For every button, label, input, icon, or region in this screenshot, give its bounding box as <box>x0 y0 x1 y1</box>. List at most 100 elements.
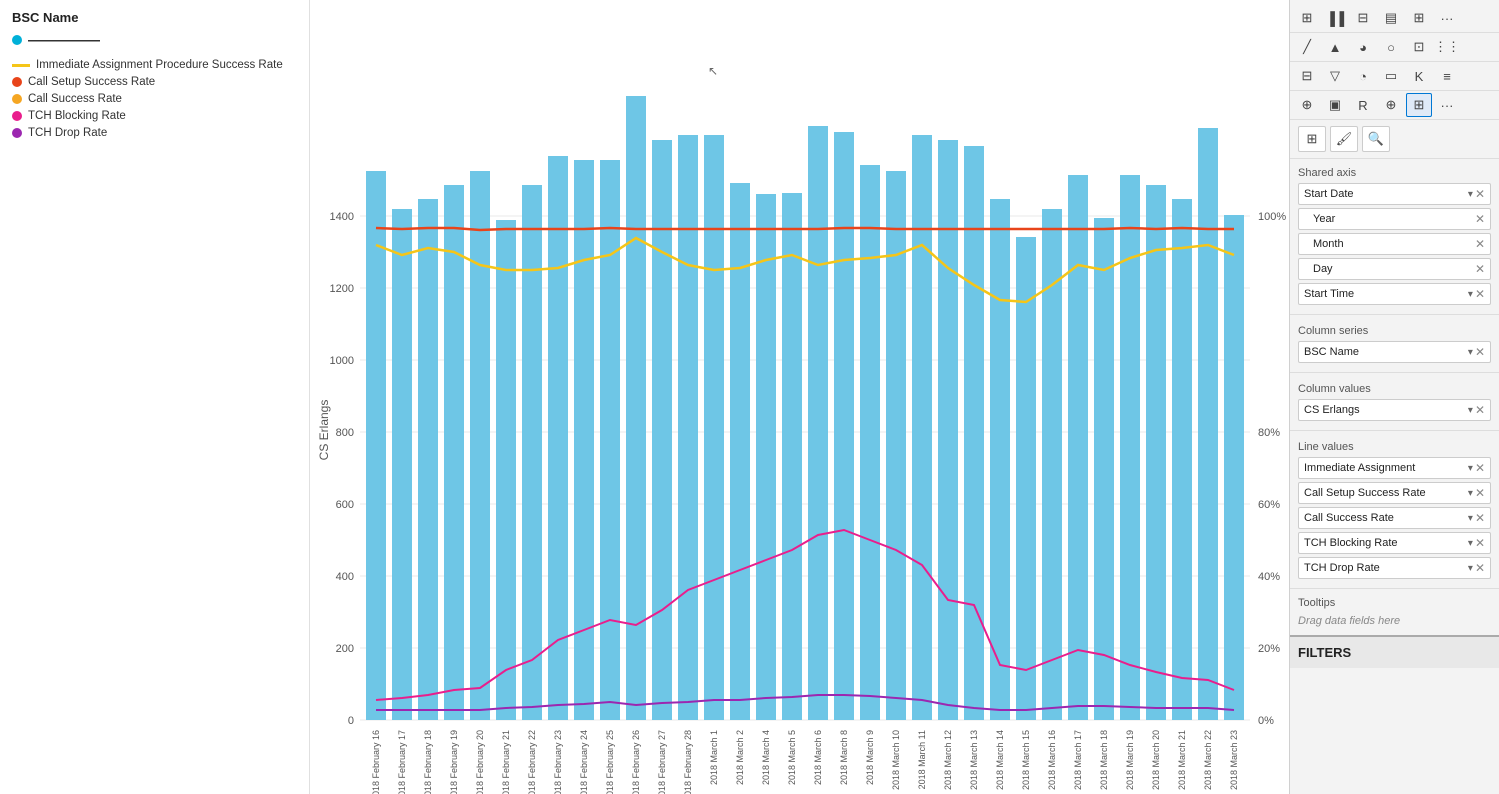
stacked-bar-icon[interactable]: ⊟ <box>1350 6 1376 30</box>
callsetup-swatch <box>12 77 22 87</box>
remove-bscname-icon[interactable]: ✕ <box>1475 345 1485 359</box>
remove-tchblocking-icon[interactable]: ✕ <box>1475 536 1485 550</box>
bsc-color-dot <box>12 35 22 45</box>
svg-text:2018 March 20: 2018 March 20 <box>1151 730 1161 790</box>
column-values-cserlangs[interactable]: CS Erlangs ▾ ✕ <box>1298 399 1491 421</box>
svg-text:CS Erlangs: CS Erlangs <box>317 400 331 461</box>
line-values-tchdrop[interactable]: TCH Drop Rate ▾ ✕ <box>1298 557 1491 579</box>
shared-axis-section: Shared axis Start Date ▾ ✕ Year ✕ Month … <box>1290 159 1499 312</box>
100pct-bar-icon[interactable]: ▤ <box>1378 6 1404 30</box>
chevron-down-icon6: ▾ <box>1468 488 1473 499</box>
scatter-icon[interactable]: ⋮⋮ <box>1434 35 1460 59</box>
shared-axis-day[interactable]: Day ✕ <box>1298 258 1491 280</box>
svg-text:2018 March 9: 2018 March 9 <box>865 730 875 785</box>
tchblocking-field-name: TCH Blocking Rate <box>1304 537 1468 549</box>
more2-icon[interactable]: ··· <box>1434 93 1460 117</box>
column-series-bscname[interactable]: BSC Name ▾ ✕ <box>1298 341 1491 363</box>
legend-item-immediate: Immediate Assignment Procedure Success R… <box>12 59 297 71</box>
svg-text:400: 400 <box>336 571 354 583</box>
map-icon[interactable]: ⊕ <box>1294 93 1320 117</box>
callsuccess-swatch <box>12 94 22 104</box>
divider4 <box>1290 588 1499 589</box>
line-values-section: Line values Immediate Assignment ▾ ✕ Cal… <box>1290 433 1499 586</box>
globe-icon[interactable]: ⊕ <box>1378 93 1404 117</box>
more-icon[interactable]: ··· <box>1434 6 1460 30</box>
drag-hint: Drag data fields here <box>1290 611 1499 635</box>
immediate-label: Immediate Assignment Procedure Success R… <box>36 59 283 71</box>
shared-axis-startdate[interactable]: Start Date ▾ ✕ <box>1298 183 1491 205</box>
remove-cserlangs-icon[interactable]: ✕ <box>1475 403 1485 417</box>
legend-item-tch-drop: TCH Drop Rate <box>12 127 297 139</box>
area-icon[interactable]: ▲ <box>1322 35 1348 59</box>
callsetup-label: Call Setup Success Rate <box>28 76 155 88</box>
divider2 <box>1290 372 1499 373</box>
tooltips-label: Tooltips <box>1290 591 1499 611</box>
bsc-label: —————— <box>28 33 100 47</box>
svg-text:2018 March 18: 2018 March 18 <box>1099 730 1109 790</box>
svg-text:2018 February 27: 2018 February 27 <box>657 730 667 794</box>
svg-text:60%: 60% <box>1258 499 1280 511</box>
remove-immediate-icon[interactable]: ✕ <box>1475 461 1485 475</box>
treemap-icon[interactable]: ⊡ <box>1406 35 1432 59</box>
svg-text:2018 March 19: 2018 March 19 <box>1125 730 1135 790</box>
line-values-tchblocking[interactable]: TCH Blocking Rate ▾ ✕ <box>1298 532 1491 554</box>
format-toolbar: ⊞ 🖌 🔍 <box>1290 120 1499 159</box>
line-values-callsuccess[interactable]: Call Success Rate ▾ ✕ <box>1298 507 1491 529</box>
line-icon[interactable]: ╱ <box>1294 35 1320 59</box>
legend-panel: BSC Name —————— Immediate Assignment Pro… <box>0 0 310 794</box>
donut-icon[interactable]: ○ <box>1378 35 1404 59</box>
kpi-icon[interactable]: K <box>1406 64 1432 88</box>
visualization-toolbar-row2: ╱ ▲ ◕ ○ ⊡ ⋮⋮ <box>1290 33 1499 62</box>
format-icon[interactable]: 🖌 <box>1330 126 1358 152</box>
remove-startdate-icon[interactable]: ✕ <box>1475 187 1485 201</box>
chevron-down-icon: ▾ <box>1468 189 1473 200</box>
remove-callsetup-icon[interactable]: ✕ <box>1475 486 1485 500</box>
slicer-icon[interactable]: ≡ <box>1434 64 1460 88</box>
column-values-label: Column values <box>1298 383 1491 395</box>
filters-header: FILTERS <box>1290 635 1499 668</box>
svg-text:0%: 0% <box>1258 715 1274 727</box>
svg-text:2018 February 20: 2018 February 20 <box>475 730 485 794</box>
bar-chart-icon[interactable]: ▐▐ <box>1322 6 1348 30</box>
shared-axis-year[interactable]: Year ✕ <box>1298 208 1491 230</box>
shared-axis-month[interactable]: Month ✕ <box>1298 233 1491 255</box>
chevron-down-icon5: ▾ <box>1468 463 1473 474</box>
combo-chart-icon[interactable]: ⊞ <box>1406 93 1432 117</box>
table-icon[interactable]: ⊞ <box>1294 6 1320 30</box>
svg-text:2018 March 14: 2018 March 14 <box>995 730 1005 790</box>
svg-text:800: 800 <box>336 427 354 439</box>
svg-text:2018 March 13: 2018 March 13 <box>969 730 979 790</box>
svg-text:0: 0 <box>348 715 354 727</box>
visualization-toolbar-row4: ⊕ ▣ R ⊕ ⊞ ··· <box>1290 91 1499 120</box>
visualization-toolbar-row3: ⊟ ▽ ◔ ▭ K ≡ <box>1290 62 1499 91</box>
remove-day-icon[interactable]: ✕ <box>1475 262 1485 276</box>
svg-text:2018 February 24: 2018 February 24 <box>579 730 589 794</box>
remove-tchdrop-icon[interactable]: ✕ <box>1475 561 1485 575</box>
shared-axis-label: Shared axis <box>1298 167 1491 179</box>
funnel-icon[interactable]: ▽ <box>1322 64 1348 88</box>
svg-text:2018 March 22: 2018 March 22 <box>1203 730 1213 790</box>
waterfall-icon[interactable]: ⊟ <box>1294 64 1320 88</box>
pie-icon[interactable]: ◕ <box>1350 35 1376 59</box>
analytics-icon[interactable]: 🔍 <box>1362 126 1390 152</box>
remove-month-icon[interactable]: ✕ <box>1475 237 1485 251</box>
filled-map-icon[interactable]: ▣ <box>1322 93 1348 117</box>
tchdrop-label: TCH Drop Rate <box>28 127 107 139</box>
r-icon[interactable]: R <box>1350 93 1376 117</box>
svg-text:2018 March 8: 2018 March 8 <box>839 730 849 785</box>
shared-axis-starttime[interactable]: Start Time ▾ ✕ <box>1298 283 1491 305</box>
remove-year-icon[interactable]: ✕ <box>1475 212 1485 226</box>
line-values-immediate[interactable]: Immediate Assignment ▾ ✕ <box>1298 457 1491 479</box>
combo-icon[interactable]: ⊞ <box>1406 6 1432 30</box>
chevron-down-icon2: ▾ <box>1468 289 1473 300</box>
line-values-callsetup[interactable]: Call Setup Success Rate ▾ ✕ <box>1298 482 1491 504</box>
remove-callsuccess-icon[interactable]: ✕ <box>1475 511 1485 525</box>
card-icon[interactable]: ▭ <box>1378 64 1404 88</box>
svg-text:2018 February 19: 2018 February 19 <box>449 730 459 794</box>
fields-icon[interactable]: ⊞ <box>1298 126 1326 152</box>
svg-text:2018 February 28: 2018 February 28 <box>683 730 693 794</box>
chevron-down-icon4: ▾ <box>1468 405 1473 416</box>
remove-starttime-icon[interactable]: ✕ <box>1475 287 1485 301</box>
day-field-name: Day <box>1313 263 1475 275</box>
gauge-icon[interactable]: ◔ <box>1350 64 1376 88</box>
